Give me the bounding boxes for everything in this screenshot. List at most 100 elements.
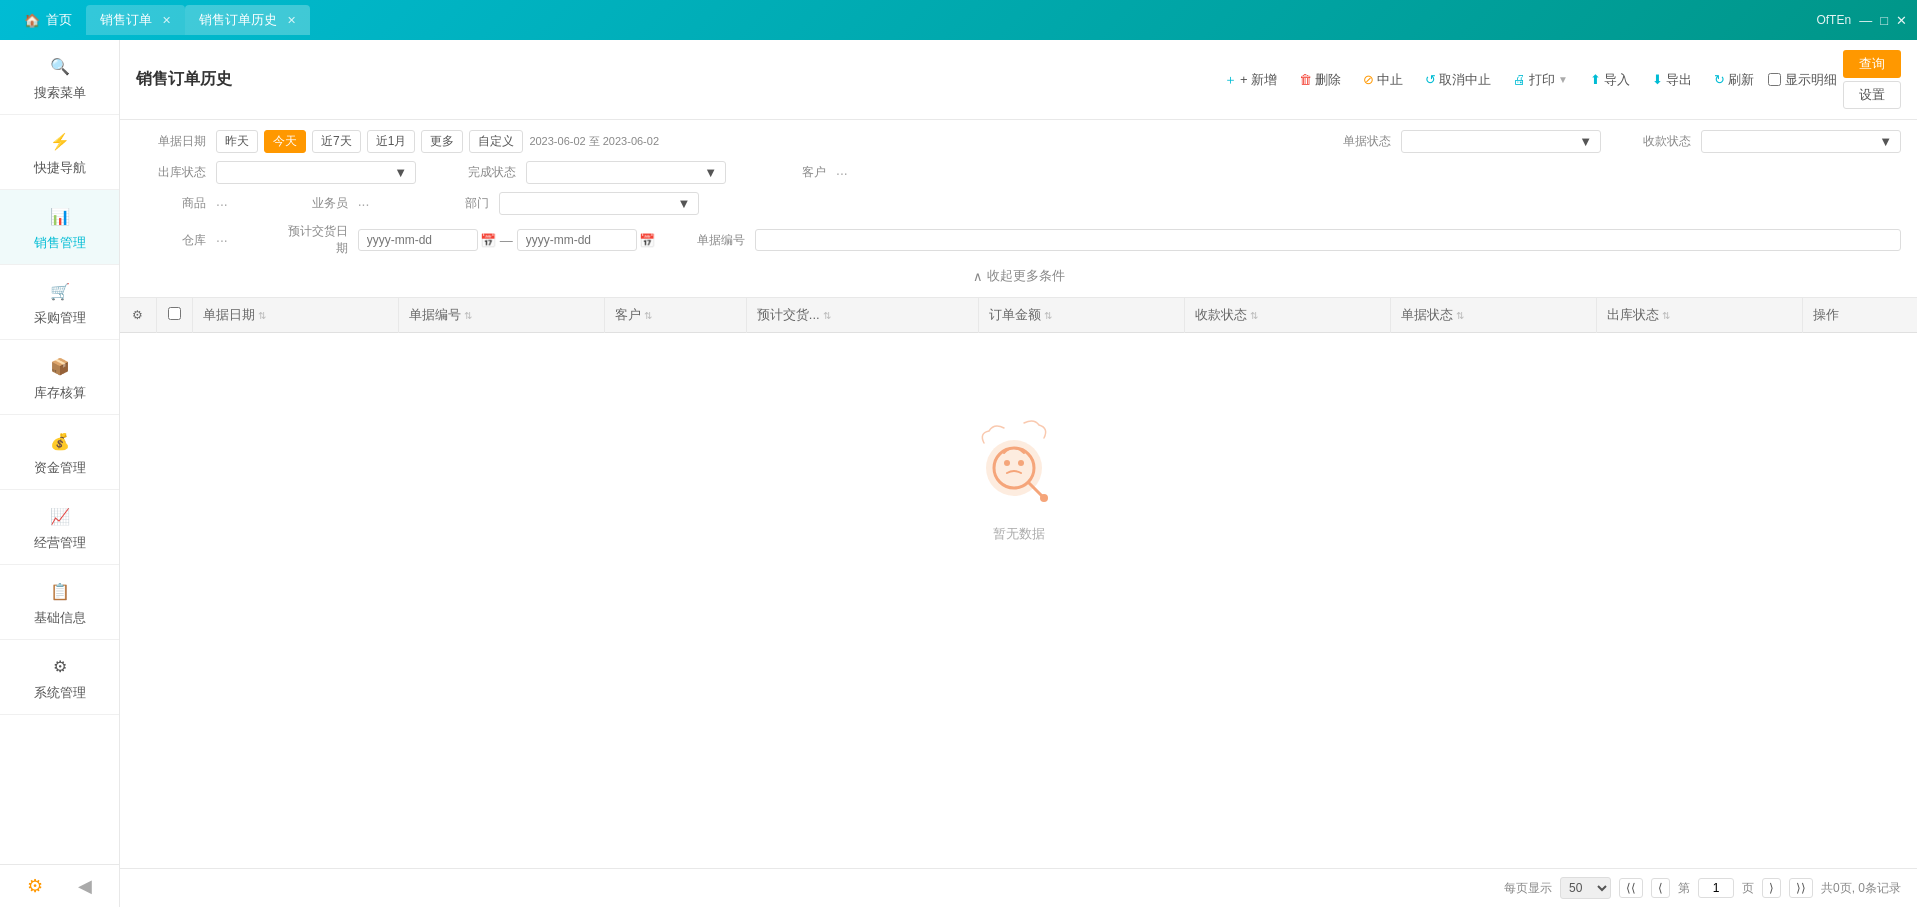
export-btn[interactable]: ⬇ 导出 <box>1644 67 1700 93</box>
system-mgmt-icon: ⚙ <box>46 652 74 680</box>
th-doc-status[interactable]: 单据状态⇅ <box>1391 298 1597 333</box>
page-title: 销售订单历史 <box>136 69 232 90</box>
print-btn[interactable]: 🖨 打印 ▼ <box>1505 67 1576 93</box>
delete-btn[interactable]: 🗑 删除 <box>1291 67 1349 93</box>
print-dropdown-icon: ▼ <box>1558 74 1568 85</box>
warehouse-ellipsis[interactable]: ··· <box>216 232 228 248</box>
sidebar-item-quick-nav[interactable]: ⚡ 快捷导航 <box>0 115 119 190</box>
sidebar-collapse-btn[interactable]: ◀ <box>78 875 92 897</box>
product-ellipsis[interactable]: ··· <box>216 196 228 212</box>
query-btn[interactable]: 查询 <box>1843 50 1901 78</box>
svg-point-3 <box>1040 494 1048 502</box>
svg-point-4 <box>1004 460 1010 466</box>
yesterday-btn[interactable]: 昨天 <box>216 130 258 153</box>
sidebar-item-label: 搜索菜单 <box>34 84 86 102</box>
sidebar-item-search-menu[interactable]: 🔍 搜索菜单 <box>0 40 119 115</box>
tab-history-close[interactable]: ✕ <box>287 14 296 27</box>
sidebar-item-fund-mgmt[interactable]: 💰 资金管理 <box>0 415 119 490</box>
collapse-bar[interactable]: ∧ 收起更多条件 <box>136 265 1901 287</box>
salesperson-ellipsis[interactable]: ··· <box>358 196 370 212</box>
sidebar-item-ops-mgmt[interactable]: 📈 经营管理 <box>0 490 119 565</box>
new-icon: ＋ <box>1224 71 1237 89</box>
cancel-stop-btn[interactable]: ↺ 取消中止 <box>1417 67 1499 93</box>
today-btn[interactable]: 今天 <box>264 130 306 153</box>
display-detail-toggle[interactable]: 显示明细 <box>1768 71 1837 89</box>
last-page-btn[interactable]: ⟩⟩ <box>1789 878 1813 898</box>
th-customer[interactable]: 客户⇅ <box>604 298 746 333</box>
th-doc-date[interactable]: 单据日期⇅ <box>192 298 398 333</box>
date-range-text: 2023-06-02 至 2023-06-02 <box>529 134 659 149</box>
doc-no-input[interactable] <box>755 229 1901 251</box>
th-expected-delivery[interactable]: 预计交货...⇅ <box>746 298 979 333</box>
new-btn[interactable]: ＋ + 新增 <box>1216 67 1285 93</box>
complete-status-select[interactable]: ▼ <box>526 161 726 184</box>
expected-date-end[interactable] <box>517 229 637 251</box>
th-doc-no[interactable]: 单据编号⇅ <box>398 298 604 333</box>
payment-status-select[interactable]: ▼ <box>1701 130 1901 153</box>
payment-status-dropdown-icon: ▼ <box>1879 134 1892 149</box>
page-size-select[interactable]: 20 50 100 <box>1560 877 1611 899</box>
sidebar-item-purchase-mgmt[interactable]: 🛒 采购管理 <box>0 265 119 340</box>
tab-sales-order[interactable]: 销售订单 ✕ <box>86 5 185 35</box>
doc-status-select[interactable]: ▼ <box>1401 130 1601 153</box>
expected-date-start[interactable] <box>358 229 478 251</box>
last7-btn[interactable]: 近7天 <box>312 130 361 153</box>
th-gear[interactable]: ⚙ <box>120 298 156 333</box>
product-label: 商品 <box>136 195 216 212</box>
sort-outstatus-icon: ⇅ <box>1662 310 1670 321</box>
th-check[interactable] <box>156 298 192 333</box>
sidebar-item-label: 经营管理 <box>34 534 86 552</box>
table-header: ⚙ 单据日期⇅ 单据编号⇅ 客户⇅ <box>120 298 1917 333</box>
out-status-select[interactable]: ▼ <box>216 161 416 184</box>
date-separator: — <box>496 233 517 248</box>
sidebar-item-basic-info[interactable]: 📋 基础信息 <box>0 565 119 640</box>
next-page-btn[interactable]: ⟩ <box>1762 878 1781 898</box>
import-btn[interactable]: ⬆ 导入 <box>1582 67 1638 93</box>
th-operation: 操作 <box>1803 298 1917 333</box>
th-out-status[interactable]: 出库状态⇅ <box>1597 298 1803 333</box>
stop-btn[interactable]: ⊘ 中止 <box>1355 67 1411 93</box>
last1month-btn[interactable]: 近1月 <box>367 130 416 153</box>
filter-row-3: 商品 ··· 业务员 ··· 部门 ▼ <box>136 192 1901 215</box>
dept-select[interactable]: ▼ <box>499 192 699 215</box>
page-input[interactable] <box>1698 878 1734 898</box>
first-page-btn[interactable]: ⟨⟨ <box>1619 878 1643 898</box>
sidebar-item-sales-mgmt[interactable]: 📊 销售管理 <box>0 190 119 265</box>
refresh-btn[interactable]: ↻ 刷新 <box>1706 67 1762 93</box>
tab-home[interactable]: 🏠 首页 <box>10 5 86 35</box>
tab-sales-order-history[interactable]: 销售订单历史 ✕ <box>185 5 310 35</box>
prev-page-btn[interactable]: ⟨ <box>1651 878 1670 898</box>
settings-btn[interactable]: 设置 <box>1843 81 1901 109</box>
more-btn[interactable]: 更多 <box>421 130 463 153</box>
minimize-btn[interactable]: — <box>1859 13 1872 28</box>
tab-sales-order-close[interactable]: ✕ <box>162 14 171 27</box>
customer-ellipsis[interactable]: ··· <box>836 165 848 181</box>
inventory-icon: 📦 <box>46 352 74 380</box>
pagination-bar: 每页显示 20 50 100 ⟨⟨ ⟨ 第 页 ⟩ ⟩⟩ 共0页, 0条记录 <box>120 868 1917 907</box>
sidebar-item-inventory[interactable]: 📦 库存核算 <box>0 340 119 415</box>
sidebar: 🔍 搜索菜单 ⚡ 快捷导航 📊 销售管理 🛒 采购管理 📦 库存核算 💰 资金管… <box>0 40 120 907</box>
custom-btn[interactable]: 自定义 <box>469 130 523 153</box>
filter-row-2: 出库状态 ▼ 完成状态 ▼ 客户 ··· <box>136 161 1901 184</box>
sort-payment-icon: ⇅ <box>1250 310 1258 321</box>
filter-area: 单据日期 昨天 今天 近7天 近1月 更多 自定义 2023-06-02 至 2… <box>120 120 1917 298</box>
cal-end-icon[interactable]: 📅 <box>639 233 655 248</box>
window-close-btn[interactable]: ✕ <box>1896 13 1907 28</box>
sidebar-settings-btn[interactable]: ⚙ <box>27 875 43 897</box>
sort-expected-icon: ⇅ <box>823 310 831 321</box>
date-filter-content: 昨天 今天 近7天 近1月 更多 自定义 2023-06-02 至 2023-0… <box>216 130 1321 153</box>
empty-text: 暂无数据 <box>993 525 1045 543</box>
sidebar-item-label: 库存核算 <box>34 384 86 402</box>
display-detail-checkbox[interactable] <box>1768 73 1781 86</box>
date-label: 单据日期 <box>136 133 216 150</box>
home-icon: 🏠 <box>24 13 40 28</box>
cal-start-icon[interactable]: 📅 <box>480 233 496 248</box>
payment-status-label: 收款状态 <box>1621 133 1701 150</box>
page-header: 销售订单历史 ＋ + 新增 🗑 删除 ⊘ 中止 ↺ 取消中止 <box>120 40 1917 120</box>
sidebar-item-system-mgmt[interactable]: ⚙ 系统管理 <box>0 640 119 715</box>
th-payment-status[interactable]: 收款状态⇅ <box>1185 298 1391 333</box>
main-layout: 🔍 搜索菜单 ⚡ 快捷导航 📊 销售管理 🛒 采购管理 📦 库存核算 💰 资金管… <box>0 40 1917 907</box>
th-order-amount[interactable]: 订单金额⇅ <box>979 298 1185 333</box>
select-all-checkbox[interactable] <box>168 307 181 320</box>
restore-btn[interactable]: □ <box>1880 13 1888 28</box>
